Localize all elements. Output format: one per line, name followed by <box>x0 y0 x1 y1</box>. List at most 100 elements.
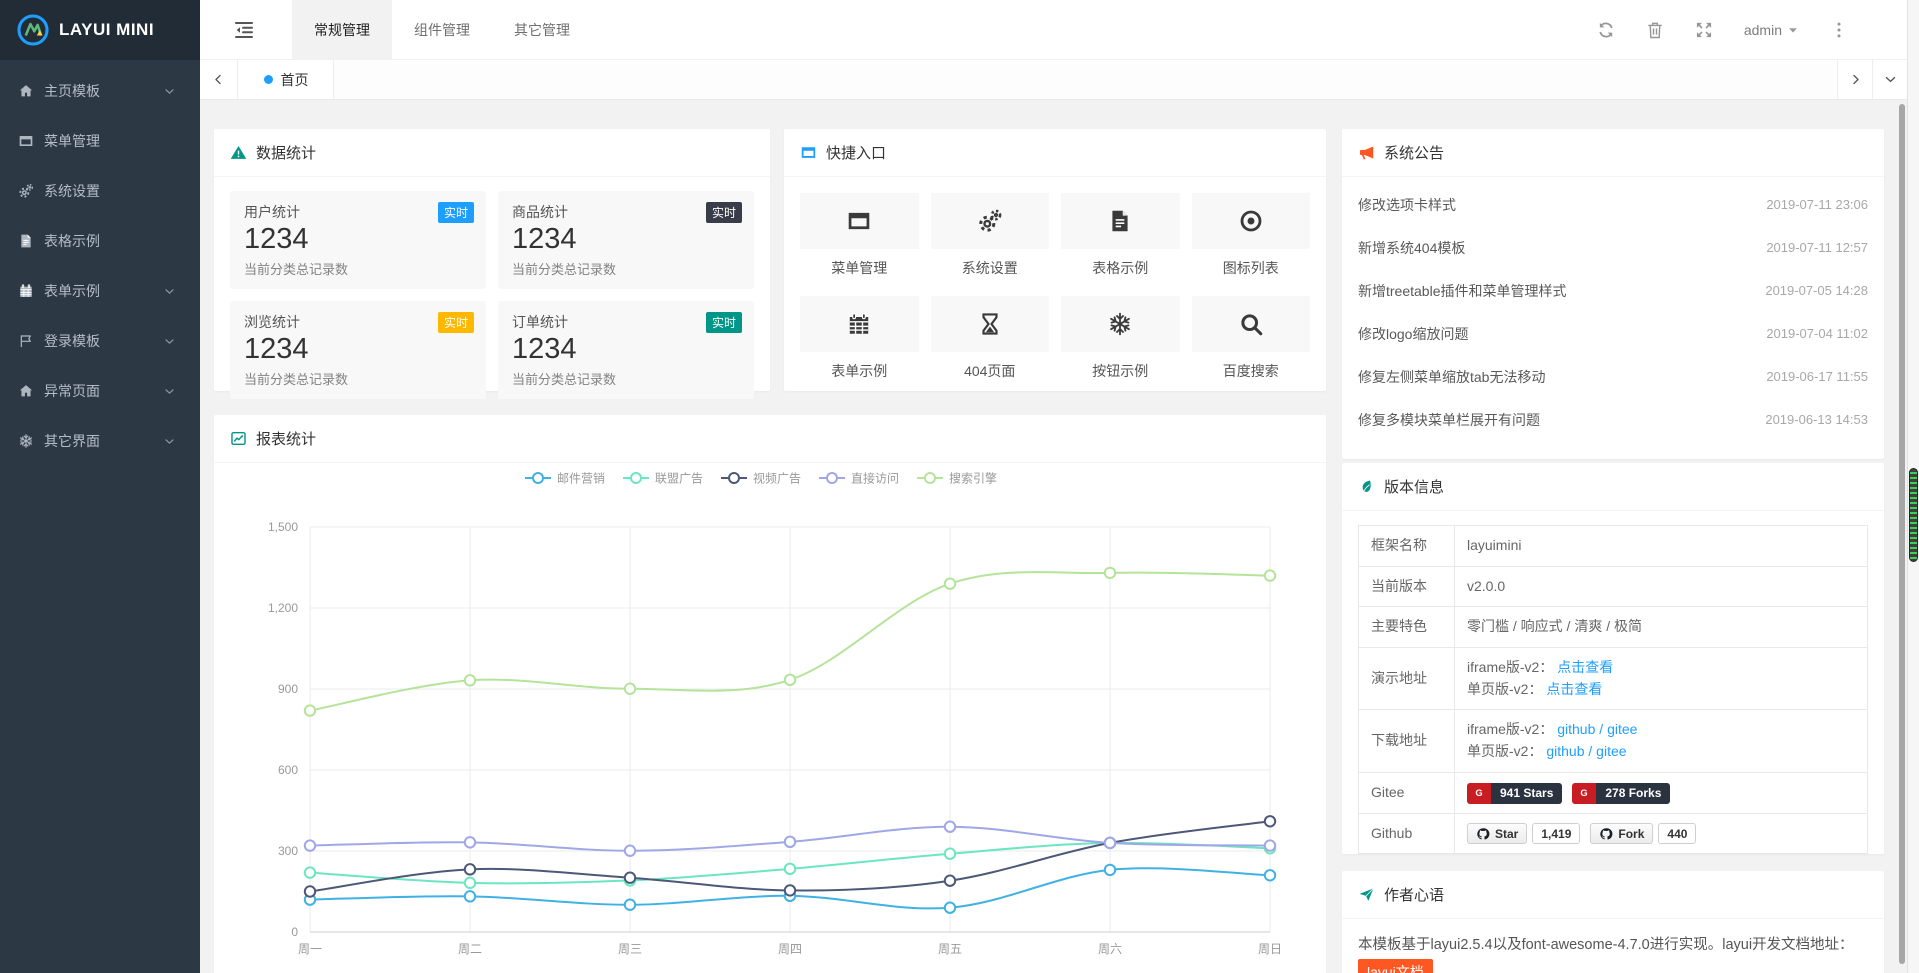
card-data-stats-header: 数据统计 <box>214 129 770 177</box>
dot-circle-icon <box>1238 208 1264 234</box>
sidebar-item-登录模板[interactable]: 登录模板 <box>0 316 200 366</box>
chevron-left-icon <box>211 72 226 87</box>
legend-item-搜索引擎[interactable]: 搜索引擎 <box>917 471 997 486</box>
notice-text: 新增treetable插件和菜单管理样式 <box>1358 281 1566 301</box>
chevron-down-icon <box>163 435 176 448</box>
github-count[interactable]: 440 <box>1658 823 1696 844</box>
card-title: 作者心语 <box>1384 884 1444 905</box>
github-count[interactable]: 1,419 <box>1532 823 1580 844</box>
header-tab-其它管理[interactable]: 其它管理 <box>492 0 592 60</box>
notice-item[interactable]: 修改logo缩放问题2019-07-04 11:02 <box>1358 312 1868 355</box>
link-gitee[interactable]: gitee <box>1596 743 1626 759</box>
github-fork-button[interactable]: Fork <box>1590 823 1653 844</box>
notice-item[interactable]: 修复左侧菜单缩放tab无法移动2019-06-17 11:55 <box>1358 355 1868 398</box>
header-tab-常规管理[interactable]: 常规管理 <box>292 0 392 60</box>
more-vertical-icon[interactable] <box>1829 20 1849 40</box>
window-scrollbar-thumb[interactable] <box>1909 468 1918 562</box>
quick-entry-百度搜索[interactable]: 百度搜索 <box>1192 296 1311 381</box>
sidebar: LAYUI MINI 主页模板菜单管理系统设置表格示例表单示例登录模板异常页面其… <box>0 0 200 973</box>
gears-icon <box>18 183 34 199</box>
notice-item[interactable]: 修复多模块菜单栏展开有问题2019-06-13 14:53 <box>1358 398 1868 441</box>
quick-entry-系统设置[interactable]: 系统设置 <box>931 193 1050 278</box>
calendar-icon <box>846 311 872 337</box>
sidebar-item-主页模板[interactable]: 主页模板 <box>0 66 200 116</box>
card-report-chart-header: 报表统计 <box>214 415 1326 463</box>
app-title: LAYUI MINI <box>59 20 154 40</box>
svg-text:直接访问: 直接访问 <box>851 471 899 486</box>
legend-item-邮件营销[interactable]: 邮件营销 <box>525 472 605 486</box>
refresh-icon[interactable] <box>1596 20 1616 40</box>
sidebar-item-表单示例[interactable]: 表单示例 <box>0 266 200 316</box>
github-star-button[interactable]: Star <box>1467 823 1527 844</box>
window-icon <box>18 133 34 149</box>
sidebar-item-异常页面[interactable]: 异常页面 <box>0 366 200 416</box>
link-separator: / <box>1585 743 1597 759</box>
notice-date: 2019-06-13 14:53 <box>1765 412 1868 427</box>
notice-item[interactable]: 新增系统404模板2019-07-11 12:57 <box>1358 226 1868 269</box>
quick-entry-按钮示例[interactable]: 按钮示例 <box>1061 296 1180 381</box>
tab-home[interactable]: 首页 <box>239 60 334 99</box>
link-gitee[interactable]: gitee <box>1607 721 1637 737</box>
notice-text: 新增系统404模板 <box>1358 238 1465 258</box>
link-github[interactable]: github <box>1546 743 1584 759</box>
stat-value: 1234 <box>244 223 472 256</box>
quick-entry-icon-box <box>1061 296 1180 352</box>
gitee-badge-text: 278 Forks <box>1596 783 1670 804</box>
tab-scroll-left-button[interactable] <box>200 60 238 99</box>
chevron-down-icon <box>1883 72 1898 87</box>
x-axis-label: 周三 <box>618 942 642 956</box>
quick-entry-表格示例[interactable]: 表格示例 <box>1061 193 1180 278</box>
quick-entry-label: 图标列表 <box>1192 258 1311 278</box>
gitee-badge[interactable]: G941 Stars <box>1467 783 1562 804</box>
layui-doc-badge[interactable]: layui文档 <box>1358 959 1433 973</box>
x-axis-label: 周六 <box>1098 942 1122 956</box>
leaf-icon <box>1358 478 1375 495</box>
notice-text: 修复左侧菜单缩放tab无法移动 <box>1358 367 1545 387</box>
svg-text:1,500: 1,500 <box>268 520 298 534</box>
app-logo[interactable]: LAYUI MINI <box>0 0 200 60</box>
flag-icon <box>18 333 34 349</box>
stat-realtime-badge: 实时 <box>438 312 474 333</box>
inner-scrollbar-thumb[interactable] <box>1899 104 1905 964</box>
clear-cache-icon[interactable] <box>1645 20 1665 40</box>
stat-value: 1234 <box>244 333 472 366</box>
legend-item-视频广告[interactable]: 视频广告 <box>721 471 801 486</box>
notice-item[interactable]: 新增treetable插件和菜单管理样式2019-07-05 14:28 <box>1358 269 1868 312</box>
x-axis-label: 周四 <box>778 942 802 956</box>
window-scrollbar-track[interactable] <box>1907 0 1919 973</box>
page-tabbar: 首页 <box>200 60 1907 100</box>
sidebar-item-菜单管理[interactable]: 菜单管理 <box>0 116 200 166</box>
link-点击查看[interactable]: 点击查看 <box>1546 681 1602 697</box>
megaphone-icon <box>1358 144 1375 161</box>
sidebar-item-表格示例[interactable]: 表格示例 <box>0 216 200 266</box>
link-github[interactable]: github <box>1557 721 1595 737</box>
sidebar-item-其它界面[interactable]: 其它界面 <box>0 416 200 466</box>
legend-item-联盟广告[interactable]: 联盟广告 <box>623 472 703 486</box>
user-dropdown[interactable]: admin <box>1744 22 1800 38</box>
version-row-label: 下载地址 <box>1359 710 1455 772</box>
svg-text:视频广告: 视频广告 <box>753 471 801 486</box>
quick-entry-图标列表[interactable]: 图标列表 <box>1192 193 1311 278</box>
quick-entry-菜单管理[interactable]: 菜单管理 <box>800 193 919 278</box>
line-chart-icon <box>230 430 247 447</box>
version-table-wrap: 框架名称layuimini当前版本v2.0.0主要特色零门槛 / 响应式 / 清… <box>1342 511 1884 868</box>
collapse-menu-icon[interactable] <box>232 18 256 42</box>
link-点击查看[interactable]: 点击查看 <box>1557 659 1613 675</box>
link-line: iframe版-v2： github / gitee <box>1467 719 1855 741</box>
link-prefix: 单页版-v2： <box>1467 743 1546 759</box>
tab-menu-button[interactable] <box>1872 60 1907 99</box>
notice-item[interactable]: 修改选项卡样式2019-07-11 23:06 <box>1358 183 1868 226</box>
quick-entry-404页面[interactable]: 404页面 <box>931 296 1050 381</box>
quick-entry-表单示例[interactable]: 表单示例 <box>800 296 919 381</box>
version-row-label: 演示地址 <box>1359 648 1455 710</box>
tab-scroll-right-button[interactable] <box>1837 60 1872 99</box>
legend-item-直接访问[interactable]: 直接访问 <box>819 471 899 486</box>
warning-triangle-icon <box>230 144 247 161</box>
header-tab-组件管理[interactable]: 组件管理 <box>392 0 492 60</box>
version-row-label: Github <box>1359 813 1455 854</box>
gitee-badge[interactable]: G278 Forks <box>1572 783 1670 804</box>
x-axis-label: 周二 <box>458 942 482 956</box>
stat-desc: 当前分类总记录数 <box>512 259 740 278</box>
fullscreen-icon[interactable] <box>1694 20 1714 40</box>
sidebar-item-系统设置[interactable]: 系统设置 <box>0 166 200 216</box>
